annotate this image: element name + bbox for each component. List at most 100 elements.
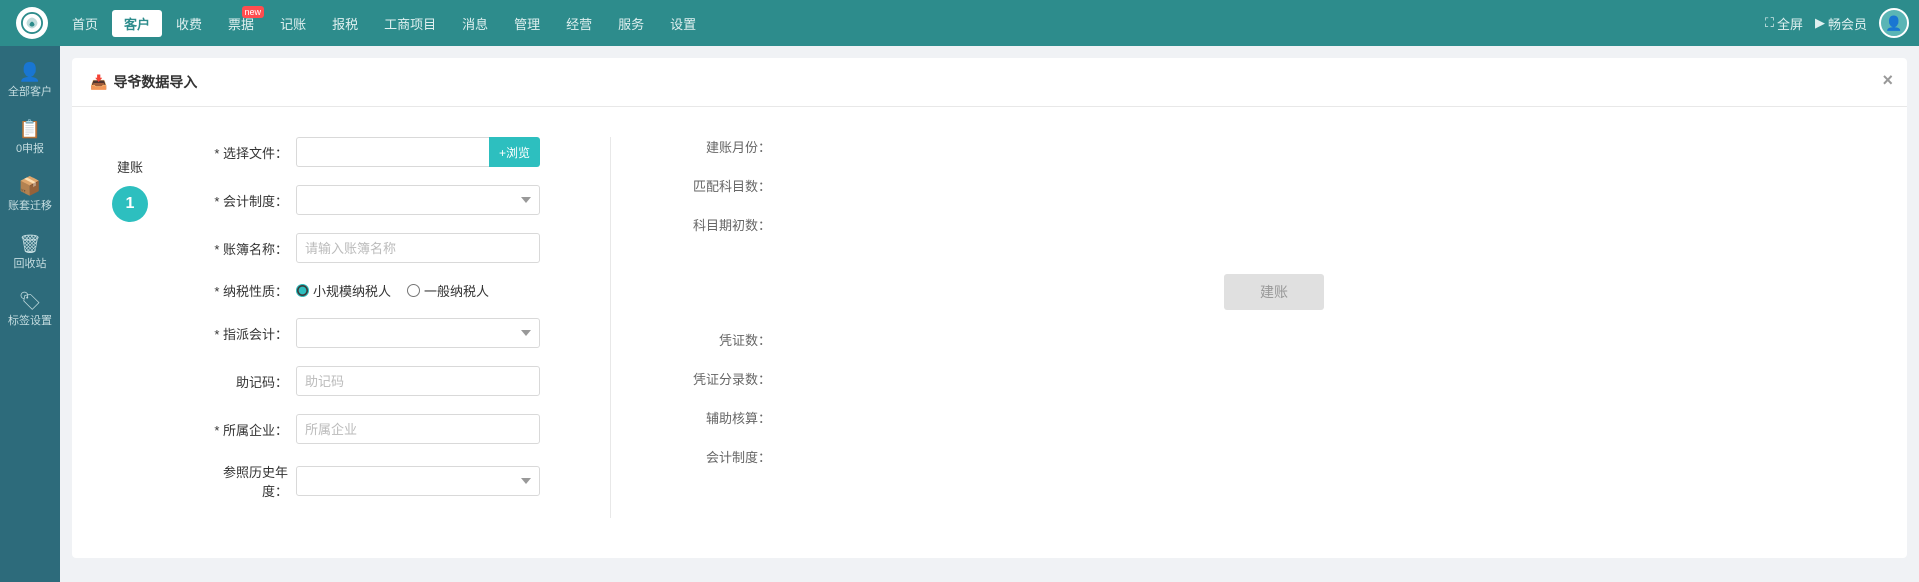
voucher-count-row: 凭证数： — [681, 330, 1867, 349]
subject-initial-label: 科目期初数： — [681, 215, 771, 234]
memo-label: 助记码： — [208, 372, 288, 391]
nav-items: 首页 客户 收费 票据 new 记账 报税 工商项目 消息 管理 经营 服务 设… — [60, 10, 1765, 37]
tag-icon: 🏷 — [19, 291, 42, 312]
memo-input[interactable] — [296, 366, 540, 396]
tax-nature-row: * 纳税性质： 小规模纳税人 一般纳税人 — [208, 281, 540, 300]
nav-fee[interactable]: 收费 — [164, 10, 214, 37]
assign-accountant-label: * 指派会计： — [208, 324, 288, 343]
general-taxpayer-option[interactable]: 一般纳税人 — [407, 281, 489, 300]
logo — [10, 1, 54, 45]
memo-row: 助记码： — [208, 366, 540, 396]
small-taxpayer-radio[interactable] — [296, 284, 309, 297]
step-label: 建账 — [117, 157, 143, 176]
nav-right: ⛶ 全屏 ▶ 畅会员 👤 — [1765, 8, 1909, 38]
top-nav: 首页 客户 收费 票据 new 记账 报税 工商项目 消息 管理 经营 服务 设… — [0, 0, 1919, 46]
sidebar-label-declaration: 0申报 — [16, 143, 44, 156]
user-avatar[interactable]: 👤 — [1879, 8, 1909, 38]
nav-invoice[interactable]: 票据 new — [216, 10, 266, 37]
import-panel: 📥 导爷数据导入 × 建账 1 * 选择文件： — [72, 58, 1907, 558]
voucher-count-label: 凭证数： — [681, 330, 771, 349]
layout: 👤 全部客户 📋 0申报 📦 账套迁移 🗑 回收站 🏷 标签设置 📥 导爷数据导… — [0, 46, 1919, 582]
nav-tax[interactable]: 报税 — [320, 10, 370, 37]
new-badge: new — [242, 6, 265, 18]
nav-industry[interactable]: 工商项目 — [372, 10, 448, 37]
history-year-row: 参照历史年度： — [208, 462, 540, 500]
member-button[interactable]: ▶ 畅会员 — [1815, 14, 1867, 33]
recycle-icon: 🗑 — [19, 234, 42, 255]
build-button[interactable]: 建账 — [1224, 274, 1324, 310]
sidebar-label-recycle: 回收站 — [14, 258, 47, 271]
panel-header: 📥 导爷数据导入 × — [72, 58, 1907, 107]
tax-nature-label: * 纳税性质： — [208, 281, 288, 300]
nav-finance[interactable]: 经营 — [554, 10, 604, 37]
subject-initial-row: 科目期初数： — [681, 215, 1867, 234]
all-clients-icon: 👤 — [19, 62, 41, 83]
ledger-name-label: * 账簿名称： — [208, 239, 288, 258]
ledger-name-input[interactable] — [296, 233, 540, 263]
step-circle: 1 — [112, 186, 148, 222]
avatar-icon: 👤 — [1885, 15, 1902, 32]
assign-accountant-select[interactable] — [296, 318, 540, 348]
build-month-label: 建账月份： — [681, 137, 771, 156]
form-area: 建账 1 * 选择文件： +浏览 * 会计制度： — [72, 107, 1907, 548]
step-section: 建账 1 — [112, 137, 148, 518]
nav-service[interactable]: 服务 — [606, 10, 656, 37]
left-form: * 选择文件： +浏览 * 会计制度： — [208, 137, 540, 518]
nav-home[interactable]: 首页 — [60, 10, 110, 37]
panel-title: 导爷数据导入 — [113, 72, 197, 92]
logo-icon — [16, 7, 48, 39]
nav-message[interactable]: 消息 — [450, 10, 500, 37]
fullscreen-button[interactable]: ⛶ 全屏 — [1765, 14, 1803, 33]
assign-accountant-row: * 指派会计： — [208, 318, 540, 348]
match-subject-label: 匹配科目数： — [681, 176, 771, 195]
accounting-system-label: * 会计制度： — [208, 191, 288, 210]
right-accounting-system-row: 会计制度： — [681, 447, 1867, 466]
panel-title-icon: 📥 — [90, 74, 107, 91]
ledger-name-row: * 账簿名称： — [208, 233, 540, 263]
build-month-row: 建账月份： — [681, 137, 1867, 156]
small-taxpayer-label: 小规模纳税人 — [313, 281, 391, 300]
sidebar: 👤 全部客户 📋 0申报 📦 账套迁移 🗑 回收站 🏷 标签设置 — [0, 46, 60, 582]
sidebar-item-tag[interactable]: 🏷 标签设置 — [2, 283, 58, 336]
aux-accounting-label: 辅助核算： — [681, 408, 771, 427]
sidebar-item-all-clients[interactable]: 👤 全部客户 — [2, 54, 58, 107]
nav-client[interactable]: 客户 — [112, 10, 162, 37]
company-label: * 所属企业： — [208, 420, 288, 439]
close-button[interactable]: × — [1882, 70, 1893, 91]
company-input[interactable] — [296, 414, 540, 444]
migration-icon: 📦 — [19, 176, 41, 197]
general-taxpayer-label: 一般纳税人 — [424, 281, 489, 300]
right-accounting-system-label: 会计制度： — [681, 447, 771, 466]
history-year-label: 参照历史年度： — [208, 462, 288, 500]
file-input[interactable] — [296, 137, 489, 167]
vertical-divider — [610, 137, 611, 518]
declaration-icon: 📋 — [19, 119, 41, 140]
nav-settings[interactable]: 设置 — [658, 10, 708, 37]
match-subject-row: 匹配科目数： — [681, 176, 1867, 195]
browse-button[interactable]: +浏览 — [489, 137, 540, 167]
voucher-entry-row: 凭证分录数： — [681, 369, 1867, 388]
small-taxpayer-option[interactable]: 小规模纳税人 — [296, 281, 391, 300]
history-year-select[interactable] — [296, 466, 540, 496]
sidebar-label-migration: 账套迁移 — [8, 200, 52, 213]
sidebar-item-declaration[interactable]: 📋 0申报 — [2, 111, 58, 164]
sidebar-item-recycle[interactable]: 🗑 回收站 — [2, 226, 58, 279]
file-input-group: +浏览 — [296, 137, 540, 167]
accounting-system-row: * 会计制度： — [208, 185, 540, 215]
build-btn-area: 建账 — [681, 274, 1867, 310]
accounting-system-select[interactable] — [296, 185, 540, 215]
sidebar-item-migration[interactable]: 📦 账套迁移 — [2, 168, 58, 221]
sidebar-label-all-clients: 全部客户 — [8, 86, 52, 99]
sidebar-label-tag: 标签设置 — [8, 315, 52, 328]
file-label: * 选择文件： — [208, 143, 288, 162]
file-row: * 选择文件： +浏览 — [208, 137, 540, 167]
general-taxpayer-radio[interactable] — [407, 284, 420, 297]
right-info: 建账月份： 匹配科目数： 科目期初数： 建账 — [681, 137, 1867, 518]
voucher-entry-label: 凭证分录数： — [681, 369, 771, 388]
aux-accounting-row: 辅助核算： — [681, 408, 1867, 427]
nav-manage[interactable]: 管理 — [502, 10, 552, 37]
member-icon: ▶ — [1815, 15, 1825, 31]
fullscreen-icon: ⛶ — [1765, 15, 1774, 31]
main-content: 📥 导爷数据导入 × 建账 1 * 选择文件： — [60, 46, 1919, 582]
nav-account[interactable]: 记账 — [268, 10, 318, 37]
